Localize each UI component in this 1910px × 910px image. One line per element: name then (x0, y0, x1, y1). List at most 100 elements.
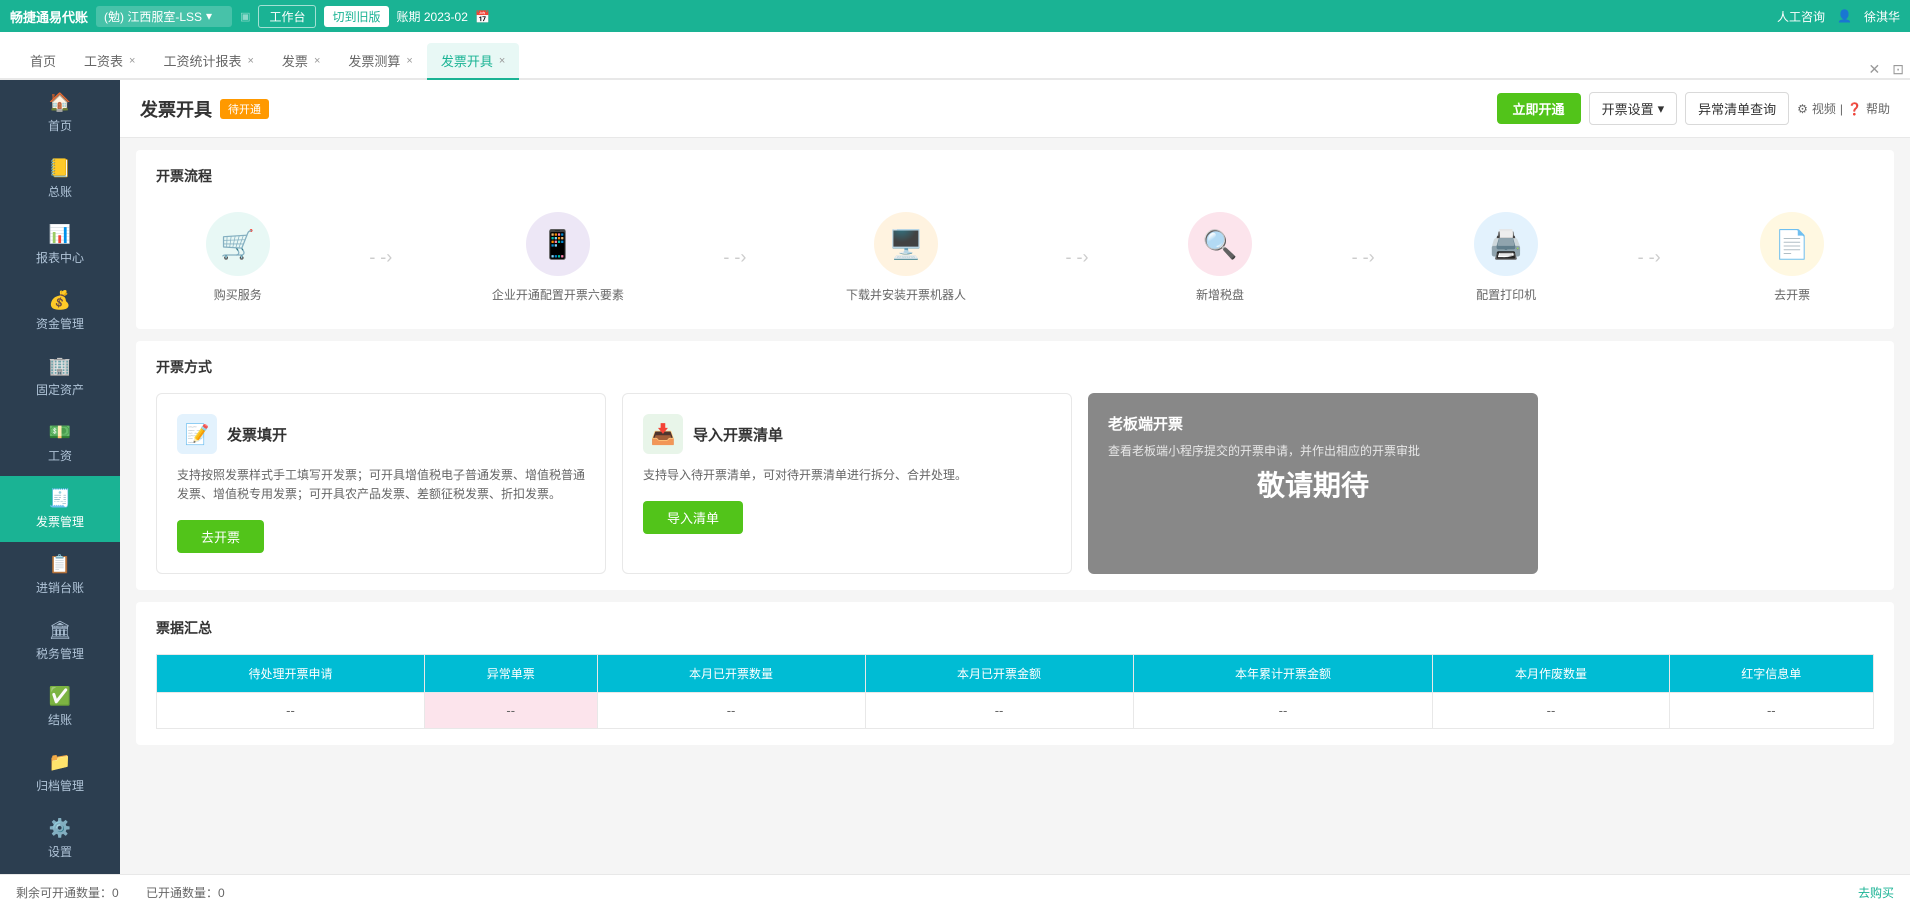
period-label: 账期 2023-02 📅 (397, 8, 491, 25)
flow-step-printer: 🖨️ 配置打印机 (1474, 212, 1538, 303)
billing-methods-container: 📝 发票填开 支持按照发票样式手工填写开发票；可开具增值税电子普通发票、增值税普… (156, 393, 1874, 574)
assets-icon: 🏢 (49, 356, 71, 377)
username[interactable]: 徐淇华 (1864, 8, 1900, 25)
page-title-area: 发票开具 待开通 (140, 96, 269, 122)
sidebar-item-settings[interactable]: ⚙️ 设置 (0, 806, 120, 872)
close-tab-invoice-calc[interactable]: × (406, 55, 412, 67)
top-bar: 畅捷通易代账 (勉) 江西服室-LSS ▾ ▣ 工作台 切到旧版 账期 2023… (0, 0, 1910, 32)
workbench-button[interactable]: 工作台 (258, 5, 316, 28)
sidebar-item-reports[interactable]: 📊 报表中心 (0, 212, 120, 278)
sidebar-item-salary[interactable]: 💵 工资 (0, 410, 120, 476)
open-settings-button[interactable]: 开票设置 ▾ (1589, 92, 1678, 125)
tab-home[interactable]: 首页 (16, 43, 70, 80)
billing-card-import: 📥 导入开票清单 支持导入待开票清单，可对待开票清单进行拆分、合并处理。 导入清… (622, 393, 1072, 574)
open-now-button[interactable]: 立即开通 (1497, 93, 1581, 124)
page-header: 发票开具 待开通 立即开通 开票设置 ▾ 异常清单查询 ⚙ 视频 | ❓ 帮助 (120, 80, 1910, 138)
switch-old-button[interactable]: 切到旧版 (324, 6, 388, 27)
import-list-button[interactable]: 导入清单 (643, 501, 743, 534)
salary-icon: 💵 (49, 422, 71, 443)
go-issue-button[interactable]: 去开票 (177, 520, 264, 553)
taxbox-icon: 🔍 (1188, 212, 1252, 276)
top-bar-right: 人工咨询 👤 徐淇华 (1777, 8, 1900, 25)
header-abnormal: 异常单票 (425, 655, 598, 693)
sidebar-item-purchase[interactable]: 📋 进销台账 (0, 542, 120, 608)
flow-step-buy: 🛒 购买服务 (206, 212, 270, 303)
flow-steps: 🛒 购买服务 - -› 📱 企业开通配置开票六要素 - -› 🖥️ 下载并安装开… (156, 202, 1874, 313)
settings-circle-icon: ⚙ (1797, 102, 1808, 116)
sidebar-item-tax[interactable]: 🏛 税务管理 (0, 608, 120, 674)
flow-section-title: 开票流程 (156, 166, 1874, 186)
sidebar-item-settle[interactable]: ✅ 结账 (0, 674, 120, 740)
bottom-bar: 剩余可开通数量：0 已开通数量：0 去购买 (0, 874, 1910, 910)
user-avatar: 👤 (1837, 9, 1852, 23)
download-icon: 🖥️ (874, 212, 938, 276)
purchase-icon: 📋 (49, 554, 71, 575)
import-card-title: 导入开票清单 (693, 424, 783, 445)
sidebar-item-home[interactable]: 🏠 首页 (0, 80, 120, 146)
settle-icon: ✅ (49, 686, 71, 707)
sidebar-item-ledger[interactable]: 📒 总账 (0, 146, 120, 212)
tab-invoice[interactable]: 发票 × (268, 43, 334, 80)
summary-section: 票据汇总 待处理开票申请 异常单票 本月已开票数量 本月已开票金额 本年累计开票… (136, 602, 1894, 745)
tab-invoice-calc[interactable]: 发票测算 × (334, 43, 426, 80)
val-void-count: -- (1433, 693, 1669, 729)
boss-card-title: 老板端开票 (1108, 416, 1183, 433)
remaining-label: 剩余可开通数量：0 (16, 886, 119, 900)
page-title: 发票开具 (140, 96, 212, 122)
close-tab-salary[interactable]: × (129, 55, 135, 67)
tab-salary-report[interactable]: 工资统计报表 × (149, 43, 267, 80)
flow-arrow-4: - -› (1352, 247, 1375, 268)
flow-arrow-3: - -› (1066, 247, 1089, 268)
close-tab-salary-report[interactable]: × (247, 55, 253, 67)
billing-card-manual: 📝 发票填开 支持按照发票样式手工填写开发票；可开具增值税电子普通发票、增值税普… (156, 393, 606, 574)
help-icon: ❓ (1847, 102, 1862, 116)
boss-card-header: 老板端开票 查看老板端小程序提交的开票申请，并作出相应的开票审批 (1108, 413, 1518, 461)
home-icon: 🏠 (49, 92, 71, 113)
fill-card-icon: 📝 (177, 414, 217, 454)
flow-step-issue: 📄 去开票 (1760, 212, 1824, 303)
top-bar-left: 畅捷通易代账 (勉) 江西服室-LSS ▾ ▣ 工作台 切到旧版 账期 2023… (10, 5, 490, 28)
fill-card-title: 发票填开 (227, 424, 287, 445)
buy-link[interactable]: 去购买 (1858, 884, 1894, 901)
summary-title: 票据汇总 (156, 618, 1874, 638)
billing-methods-section: 开票方式 📝 发票填开 支持按照发票样式手工填写开发票；可开具增值税电子普通发票… (136, 341, 1894, 590)
header-red-info: 红字信息单 (1669, 655, 1873, 693)
funds-icon: 💰 (49, 290, 71, 311)
sidebar-item-assets[interactable]: 🏢 固定资产 (0, 344, 120, 410)
val-month-amount: -- (865, 693, 1133, 729)
bottom-bar-info: 剩余可开通数量：0 已开通数量：0 (16, 884, 225, 901)
val-pending: -- (157, 693, 425, 729)
close-tab-invoice[interactable]: × (314, 55, 320, 67)
header-year-amount: 本年累计开票金额 (1133, 655, 1433, 693)
summary-table: 待处理开票申请 异常单票 本月已开票数量 本月已开票金额 本年累计开票金额 本月… (156, 654, 1874, 729)
ledger-icon: 📒 (49, 158, 71, 179)
content-area: 发票开具 待开通 立即开通 开票设置 ▾ 异常清单查询 ⚙ 视频 | ❓ 帮助 (120, 80, 1910, 874)
main-layout: 🏠 首页 📒 总账 📊 报表中心 💰 资金管理 🏢 固定资产 💵 工资 🧾 发票… (0, 80, 1910, 874)
flow-step-config: 📱 企业开通配置开票六要素 (492, 212, 624, 303)
tab-invoice-issue[interactable]: 发票开具 × (427, 43, 519, 80)
sidebar-item-invoice[interactable]: 🧾 发票管理 (0, 476, 120, 542)
header-pending: 待处理开票申请 (157, 655, 425, 693)
chevron-down-icon: ▾ (1658, 101, 1665, 117)
fill-card-desc: 支持按照发票样式手工填写开发票；可开具增值税电子普通发票、增值税普通发票、增值税… (177, 466, 585, 504)
nav-restore-button[interactable]: ⊡ (1886, 61, 1910, 78)
billing-card-boss: 老板端开票 查看老板端小程序提交的开票申请，并作出相应的开票审批 敬请期待 (1088, 393, 1538, 574)
tab-salary[interactable]: 工资表 × (70, 43, 149, 80)
opened-label: 已开通数量：0 (146, 886, 225, 900)
sidebar: 🏠 首页 📒 总账 📊 报表中心 💰 资金管理 🏢 固定资产 💵 工资 🧾 发票… (0, 80, 120, 874)
nav-close-button[interactable]: ✕ (1863, 61, 1887, 78)
flow-arrow-1: - -› (369, 247, 392, 268)
sidebar-item-funds[interactable]: 💰 资金管理 (0, 278, 120, 344)
abnormal-query-button[interactable]: 异常清单查询 (1685, 92, 1789, 125)
company-selector[interactable]: (勉) 江西服室-LSS ▾ (96, 6, 232, 27)
summary-data-row: -- -- -- -- -- -- -- (157, 693, 1874, 729)
close-tab-invoice-issue[interactable]: × (499, 55, 505, 67)
flow-step-download: 🖥️ 下载并安装开票机器人 (846, 212, 966, 303)
header-month-amount: 本月已开票金额 (865, 655, 1133, 693)
sidebar-item-archive[interactable]: 📁 归档管理 (0, 740, 120, 806)
settings-icon: ⚙️ (49, 818, 71, 839)
customer-service[interactable]: 人工咨询 (1777, 8, 1825, 25)
boss-card-desc: 查看老板端小程序提交的开票申请，并作出相应的开票审批 (1108, 442, 1518, 461)
app-logo: 畅捷通易代账 (10, 7, 88, 26)
header-void-count: 本月作废数量 (1433, 655, 1669, 693)
